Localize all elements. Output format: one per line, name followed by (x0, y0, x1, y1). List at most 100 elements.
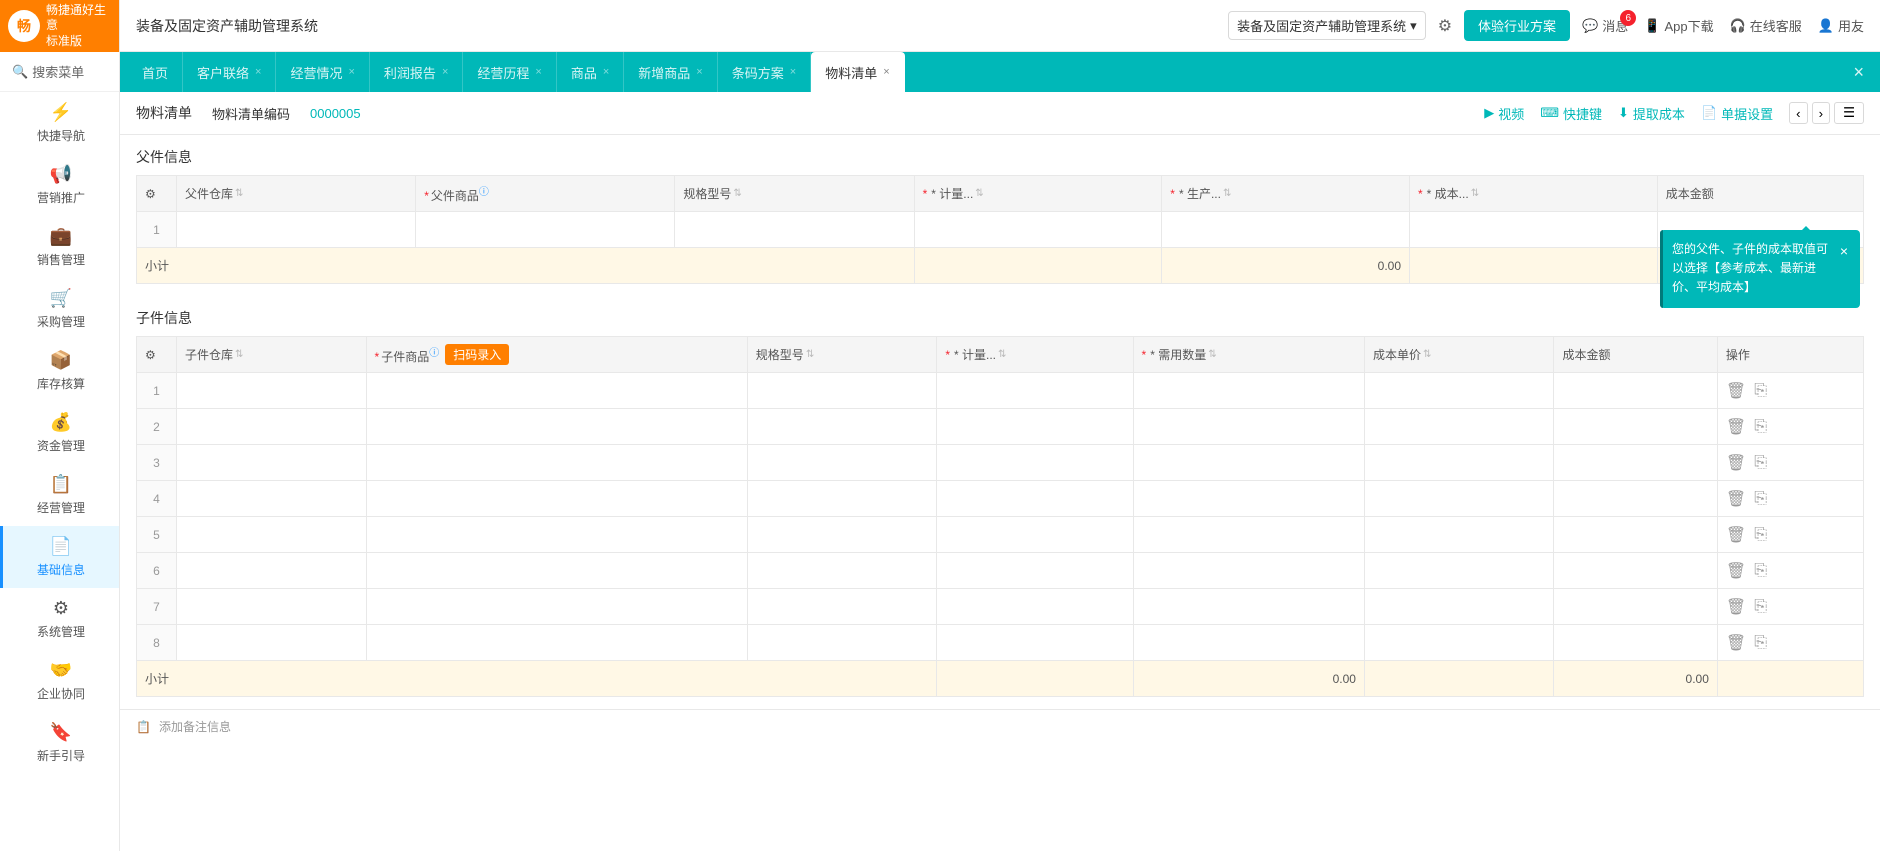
child-row-goods-1[interactable] (366, 373, 747, 409)
child-row-warehouse-7[interactable] (177, 589, 367, 625)
child-row-quantity-5[interactable] (1133, 517, 1364, 553)
message-button[interactable]: 💬 消息 6 (1582, 16, 1628, 35)
system-dropdown[interactable]: 装备及固定资产辅助管理系统 ▾ (1228, 11, 1426, 40)
child-row-quantity-4[interactable] (1133, 481, 1364, 517)
child-row-goods-3[interactable] (366, 445, 747, 481)
child-row-spec-6[interactable] (747, 553, 937, 589)
tab-close-ops-status[interactable]: × (348, 66, 354, 78)
tab-close-goods[interactable]: × (603, 66, 609, 78)
tab-close-ops-history[interactable]: × (535, 66, 541, 78)
copy-icon-5[interactable]: ⎘ (1754, 526, 1767, 544)
nav-tab-barcode[interactable]: 条码方案× (718, 52, 811, 92)
list-view-button[interactable]: ☰ (1834, 102, 1864, 124)
prev-button[interactable]: ‹ (1789, 102, 1807, 124)
shortcut-action[interactable]: ⌨ 快捷键 (1540, 104, 1602, 123)
online-service-button[interactable]: 🎧 在线客服 (1730, 16, 1802, 35)
delete-icon-5[interactable]: 🗑 (1726, 525, 1746, 545)
copy-icon-7[interactable]: ⎘ (1754, 598, 1767, 616)
nav-tab-goods[interactable]: 商品× (557, 52, 624, 92)
child-row-warehouse-2[interactable] (177, 409, 367, 445)
child-row-unit-7[interactable] (937, 589, 1133, 625)
child-row-warehouse-4[interactable] (177, 481, 367, 517)
copy-icon-8[interactable]: ⎘ (1754, 634, 1767, 652)
parent-row-unit[interactable] (914, 212, 1162, 248)
child-row-unit-6[interactable] (937, 553, 1133, 589)
delete-icon-8[interactable]: 🗑 (1726, 633, 1746, 653)
nav-tab-customer[interactable]: 客户联络× (183, 52, 276, 92)
delete-icon-6[interactable]: 🗑 (1726, 561, 1746, 581)
child-row-unit-2[interactable] (937, 409, 1133, 445)
child-row-unit-1[interactable] (937, 373, 1133, 409)
child-row-spec-5[interactable] (747, 517, 937, 553)
tab-close-new-goods[interactable]: × (696, 66, 702, 78)
child-row-quantity-3[interactable] (1133, 445, 1364, 481)
sidebar-item-collab[interactable]: 🤝 企业协同 (0, 650, 119, 712)
nav-tab-ops-status[interactable]: 经营情况× (276, 52, 369, 92)
child-row-unit-cost-4[interactable] (1364, 481, 1554, 517)
parent-col-settings[interactable]: ⚙ (137, 176, 177, 212)
scan-button[interactable]: 扫码录入 (445, 344, 509, 365)
copy-icon-6[interactable]: ⎘ (1754, 562, 1767, 580)
next-button[interactable]: › (1812, 102, 1830, 124)
sidebar-item-ops[interactable]: 📋 经营管理 (0, 464, 119, 526)
child-row-unit-cost-1[interactable] (1364, 373, 1554, 409)
child-row-warehouse-6[interactable] (177, 553, 367, 589)
child-row-spec-2[interactable] (747, 409, 937, 445)
nav-tab-new-goods[interactable]: 新增商品× (624, 52, 717, 92)
single-settings-action[interactable]: 📄 单据设置 (1701, 104, 1773, 123)
child-row-spec-7[interactable] (747, 589, 937, 625)
parent-row-warehouse[interactable] (177, 212, 416, 248)
parent-row-goods[interactable] (416, 212, 675, 248)
child-col-settings[interactable]: ⚙ (137, 337, 177, 373)
child-row-goods-4[interactable] (366, 481, 747, 517)
parent-row-produce[interactable] (1162, 212, 1410, 248)
child-row-quantity-8[interactable] (1133, 625, 1364, 661)
view-action[interactable]: ▶ 视频 (1484, 104, 1524, 123)
child-row-spec-3[interactable] (747, 445, 937, 481)
child-row-quantity-1[interactable] (1133, 373, 1364, 409)
child-row-goods-5[interactable] (366, 517, 747, 553)
close-all-tabs[interactable]: × (1845, 62, 1872, 83)
child-row-unit-cost-3[interactable] (1364, 445, 1554, 481)
trial-button[interactable]: 体验行业方案 (1464, 10, 1570, 41)
child-row-spec-4[interactable] (747, 481, 937, 517)
child-row-unit-3[interactable] (937, 445, 1133, 481)
child-row-unit-cost-6[interactable] (1364, 553, 1554, 589)
sidebar-item-purchase[interactable]: 🛒 采购管理 (0, 278, 119, 340)
child-row-quantity-7[interactable] (1133, 589, 1364, 625)
delete-icon-2[interactable]: 🗑 (1726, 417, 1746, 437)
tab-close-customer[interactable]: × (255, 66, 261, 78)
sidebar-item-finance[interactable]: 💰 资金管理 (0, 402, 119, 464)
child-row-unit-cost-7[interactable] (1364, 589, 1554, 625)
child-row-unit-4[interactable] (937, 481, 1133, 517)
sidebar-item-system[interactable]: ⚙ 系统管理 (0, 588, 119, 650)
settings-gear-icon[interactable]: ⚙ (1438, 16, 1452, 36)
child-row-goods-8[interactable] (366, 625, 747, 661)
search-menu[interactable]: 🔍 搜索菜单 (0, 52, 119, 92)
user-menu[interactable]: 👤 用友 (1818, 16, 1864, 35)
delete-icon-3[interactable]: 🗑 (1726, 453, 1746, 473)
sidebar-item-basic-info[interactable]: 📄 基础信息 (0, 526, 119, 588)
child-row-quantity-2[interactable] (1133, 409, 1364, 445)
delete-icon-7[interactable]: 🗑 (1726, 597, 1746, 617)
copy-icon-1[interactable]: ⎘ (1754, 382, 1767, 400)
child-row-unit-8[interactable] (937, 625, 1133, 661)
child-row-unit-cost-2[interactable] (1364, 409, 1554, 445)
child-row-spec-1[interactable] (747, 373, 937, 409)
parent-row-spec[interactable] (675, 212, 914, 248)
tab-close-bom[interactable]: × (883, 66, 889, 78)
child-row-goods-7[interactable] (366, 589, 747, 625)
child-row-warehouse-3[interactable] (177, 445, 367, 481)
delete-icon-4[interactable]: 🗑 (1726, 489, 1746, 509)
sidebar-item-inventory[interactable]: 📦 库存核算 (0, 340, 119, 402)
copy-icon-3[interactable]: ⎘ (1754, 454, 1767, 472)
child-row-quantity-6[interactable] (1133, 553, 1364, 589)
copy-icon-2[interactable]: ⎘ (1754, 418, 1767, 436)
nav-tab-ops-history[interactable]: 经营历程× (463, 52, 556, 92)
child-row-warehouse-8[interactable] (177, 625, 367, 661)
sidebar-item-sales[interactable]: 💼 销售管理 (0, 216, 119, 278)
parent-row-cost[interactable] (1410, 212, 1658, 248)
child-row-goods-2[interactable] (366, 409, 747, 445)
nav-tab-home[interactable]: 首页 (128, 52, 183, 92)
app-download-button[interactable]: 📱 App下载 (1644, 16, 1713, 35)
